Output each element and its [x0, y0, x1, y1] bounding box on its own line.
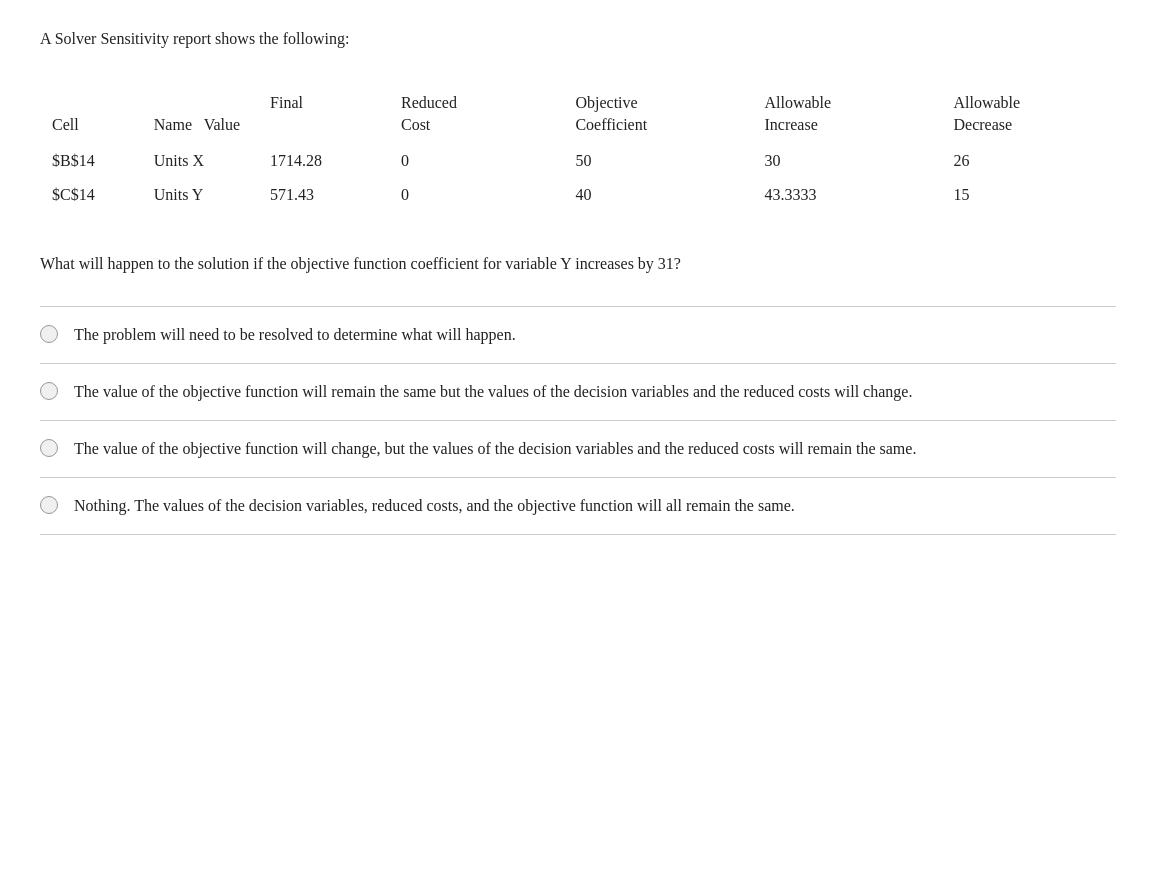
cell-allowable-dec: 26 — [941, 144, 1116, 178]
header-name-empty — [142, 88, 258, 114]
header-cell-empty1 — [40, 88, 142, 114]
sensitivity-table: Final Reduced Objective Allowable Allowa… — [40, 88, 1116, 212]
radio-button-2[interactable] — [40, 382, 58, 400]
header-coefficient-label: Coefficient — [563, 114, 752, 144]
question-text: What will happen to the solution if the … — [40, 252, 1116, 276]
cell-ref: $B$14 — [40, 144, 142, 178]
cell-value: 571.43 — [258, 178, 389, 212]
header-cell-label: Cell — [40, 114, 142, 144]
intro-text: A Solver Sensitivity report shows the fo… — [40, 30, 1116, 48]
header-decrease-label: Decrease — [941, 114, 1116, 144]
table-row: $B$14 Units X 1714.28 0 50 30 26 — [40, 144, 1116, 178]
option-text-3: The value of the objective function will… — [74, 437, 1116, 461]
header-final-label: Final — [258, 88, 389, 114]
header-allowable-dec-label: Allowable — [941, 88, 1116, 114]
option-row-3[interactable]: The value of the objective function will… — [40, 420, 1116, 477]
option-row-1[interactable]: The problem will need to be resolved to … — [40, 306, 1116, 363]
option-text-1: The problem will need to be resolved to … — [74, 323, 1116, 347]
radio-button-3[interactable] — [40, 439, 58, 457]
cell-reduced-cost: 0 — [389, 178, 563, 212]
cell-ref: $C$14 — [40, 178, 142, 212]
radio-button-4[interactable] — [40, 496, 58, 514]
option-text-4: Nothing. The values of the decision vari… — [74, 494, 1116, 518]
cell-obj-coeff: 50 — [563, 144, 752, 178]
header-objective-label: Objective — [563, 88, 752, 114]
cell-name: Units Y — [142, 178, 258, 212]
header-cost-label: Cost — [389, 114, 563, 144]
options-container: The problem will need to be resolved to … — [40, 306, 1116, 535]
cell-reduced-cost: 0 — [389, 144, 563, 178]
header-reduced-label: Reduced — [389, 88, 563, 114]
cell-allowable-dec: 15 — [941, 178, 1116, 212]
header-increase-label: Increase — [752, 114, 941, 144]
header-name-label: Name Value — [142, 114, 258, 144]
cell-name: Units X — [142, 144, 258, 178]
radio-button-1[interactable] — [40, 325, 58, 343]
table-row: $C$14 Units Y 571.43 0 40 43.3333 15 — [40, 178, 1116, 212]
cell-value: 1714.28 — [258, 144, 389, 178]
header-allowable-inc-label: Allowable — [752, 88, 941, 114]
cell-allowable-inc: 43.3333 — [752, 178, 941, 212]
cell-allowable-inc: 30 — [752, 144, 941, 178]
option-row-2[interactable]: The value of the objective function will… — [40, 363, 1116, 420]
cell-obj-coeff: 40 — [563, 178, 752, 212]
option-row-4[interactable]: Nothing. The values of the decision vari… — [40, 477, 1116, 535]
option-text-2: The value of the objective function will… — [74, 380, 1116, 404]
header-value-label — [258, 114, 389, 144]
